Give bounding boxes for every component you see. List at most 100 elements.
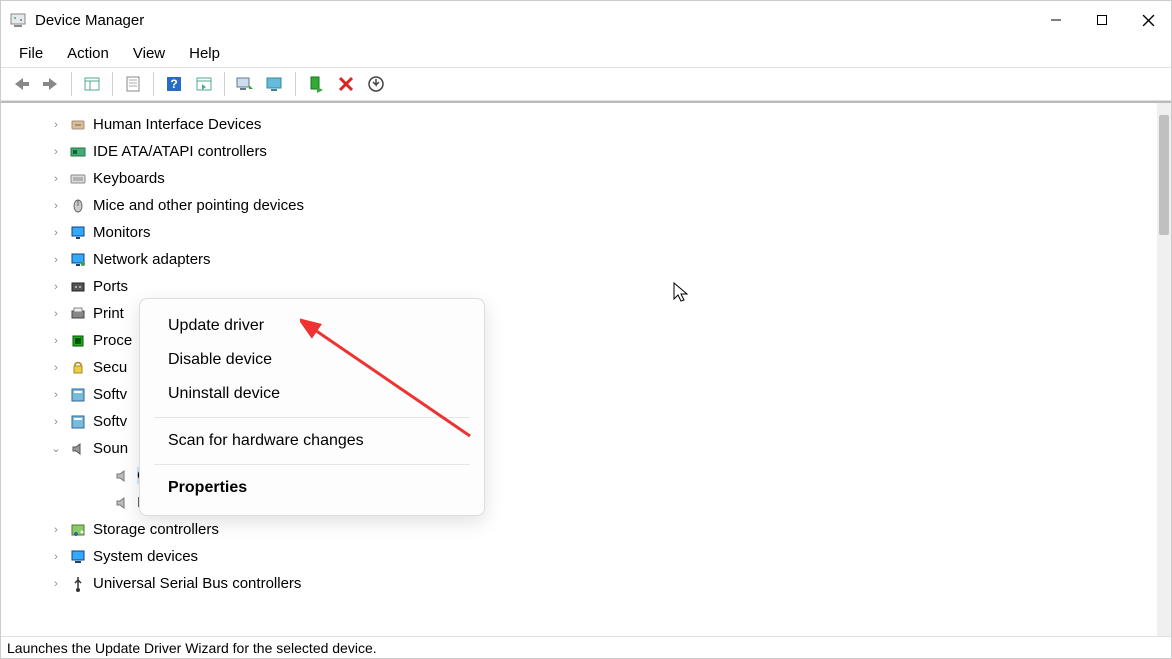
tree-item[interactable]: › Mice and other pointing devices [1,192,1157,219]
tree-item[interactable]: › IDE ATA/ATAPI controllers [1,138,1157,165]
security-icon [69,359,87,377]
titlebar: Device Manager [1,1,1171,39]
chevron-right-icon[interactable]: › [49,578,63,590]
toolbar: ? [1,67,1171,101]
action-button[interactable] [190,70,218,98]
chevron-right-icon[interactable]: › [49,119,63,131]
tree-item-label: Storage controllers [93,521,219,538]
tree-item-label: Ports [93,278,128,295]
window-title: Device Manager [35,12,144,29]
tree-item-label: Soun [93,440,128,457]
tree-item[interactable]: › Ports [1,273,1157,300]
scrollbar-thumb[interactable] [1159,115,1169,235]
system-icon [69,548,87,566]
tree-item-label: Monitors [93,224,151,241]
context-menu-separator [154,464,470,465]
scan-hardware-button[interactable] [231,70,259,98]
toolbar-separator [295,72,296,96]
menubar: File Action View Help [1,39,1171,67]
tree-item-label: Secu [93,359,127,376]
minimize-button[interactable] [1033,2,1079,38]
ide-icon [69,143,87,161]
menu-help[interactable]: Help [179,43,230,64]
network-icon [69,251,87,269]
chevron-right-icon[interactable]: › [49,281,63,293]
cpu-icon [69,332,87,350]
enable-device-button[interactable] [302,70,330,98]
tree-item[interactable]: › System devices [1,543,1157,570]
printer-icon [69,305,87,323]
context-menu-item[interactable]: Uninstall device [140,377,484,411]
tree-item-label: Proce [93,332,132,349]
tree-item-label: System devices [93,548,198,565]
tree-item[interactable]: › Network adapters [1,246,1157,273]
tree-item-label: Print [93,305,124,322]
tree-item[interactable]: › Human Interface Devices [1,111,1157,138]
toolbar-separator [112,72,113,96]
context-menu-item[interactable]: Update driver [140,309,484,343]
maximize-button[interactable] [1079,2,1125,38]
tree-item[interactable]: › Keyboards [1,165,1157,192]
context-menu-item[interactable]: Disable device [140,343,484,377]
chevron-right-icon[interactable]: › [49,254,63,266]
menu-file[interactable]: File [9,43,53,64]
tree-item[interactable]: › Storage controllers [1,516,1157,543]
forward-button[interactable] [37,70,65,98]
toolbar-separator [224,72,225,96]
tree-item-label: Network adapters [93,251,211,268]
context-menu-separator [154,417,470,418]
usb-icon [69,575,87,593]
chevron-right-icon[interactable]: › [49,551,63,563]
keyboard-icon [69,170,87,188]
chevron-right-icon[interactable]: › [49,335,63,347]
properties-button[interactable] [119,70,147,98]
monitor-icon [69,224,87,242]
status-bar: Launches the Update Driver Wizard for th… [1,636,1171,658]
chevron-right-icon[interactable]: › [49,227,63,239]
close-button[interactable] [1125,2,1171,38]
add-legacy-hardware-button[interactable] [261,70,289,98]
speaker-icon [113,494,131,512]
vertical-scrollbar[interactable] [1157,103,1171,636]
tree-item-label: IDE ATA/ATAPI controllers [93,143,267,160]
speaker-icon [113,467,131,485]
tree-item-label: Universal Serial Bus controllers [93,575,301,592]
chevron-right-icon[interactable]: › [49,200,63,212]
tree-item-label: Mice and other pointing devices [93,197,304,214]
context-menu-item[interactable]: Properties [140,471,484,505]
uninstall-device-button[interactable] [332,70,360,98]
context-menu-item[interactable]: Scan for hardware changes [140,424,484,458]
tree-item-label: Softv [93,413,127,430]
tree-item[interactable]: › Universal Serial Bus controllers [1,570,1157,597]
titlebar-left: Device Manager [9,11,144,29]
chevron-down-icon[interactable]: ⌄ [49,442,63,455]
update-driver-button[interactable] [362,70,390,98]
tree-item-label: Human Interface Devices [93,116,261,133]
chevron-right-icon[interactable]: › [49,524,63,536]
chevron-right-icon[interactable]: › [49,308,63,320]
menu-view[interactable]: View [123,43,175,64]
chevron-right-icon[interactable]: › [49,146,63,158]
tree-item-label: Softv [93,386,127,403]
sound-icon [69,440,87,458]
chevron-right-icon[interactable]: › [49,389,63,401]
storage-icon [69,521,87,539]
software-icon [69,386,87,404]
tree-item-label: Keyboards [93,170,165,187]
chevron-right-icon[interactable]: › [49,416,63,428]
help-button[interactable]: ? [160,70,188,98]
tree-item[interactable]: › Monitors [1,219,1157,246]
svg-text:?: ? [170,77,177,91]
window-controls [1033,2,1171,38]
show-hide-console-tree-button[interactable] [78,70,106,98]
chevron-right-icon[interactable]: › [49,362,63,374]
chevron-right-icon[interactable]: › [49,173,63,185]
app-icon [9,11,27,29]
toolbar-separator [153,72,154,96]
port-icon [69,278,87,296]
hid-icon [69,116,87,134]
toolbar-separator [71,72,72,96]
menu-action[interactable]: Action [57,43,119,64]
software-icon [69,413,87,431]
back-button[interactable] [7,70,35,98]
